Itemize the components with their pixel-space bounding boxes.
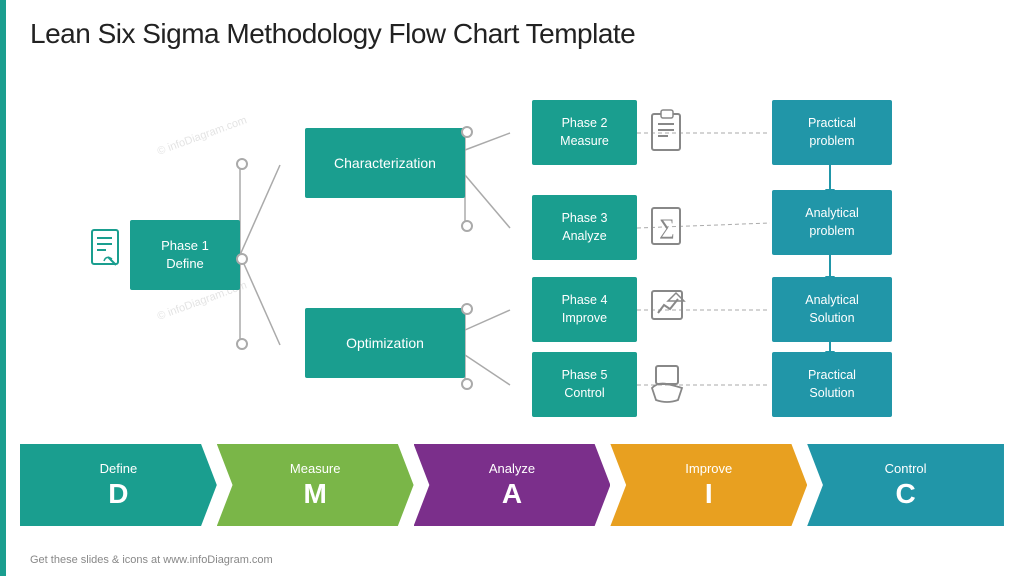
sol2-sublabel: problem xyxy=(809,223,854,241)
dmaic-define: Define D xyxy=(20,444,217,526)
solution2-box: Analytical problem xyxy=(772,190,892,255)
dmaic-i-label: Improve xyxy=(685,461,732,476)
dmaic-bar: Define D Measure M Analyze A Improve I C… xyxy=(20,444,1004,526)
phase2-box: Phase 2 Measure xyxy=(532,100,637,165)
dmaic-d-label: Define xyxy=(100,461,138,476)
circle-connector-2 xyxy=(236,253,248,265)
watermark-1: © infoDiagram.com xyxy=(156,114,249,158)
solution3-box: Analytical Solution xyxy=(772,277,892,342)
circle-connector-7 xyxy=(461,378,473,390)
solution1-box: Practical problem xyxy=(772,100,892,165)
phase1-sublabel: Define xyxy=(166,255,204,273)
dmaic-i-letter: I xyxy=(705,478,713,510)
sol4-sublabel: Solution xyxy=(809,385,854,403)
footer-text: Get these slides & icons at www.infoDiag… xyxy=(30,554,273,566)
phase5-box: Phase 5 Control xyxy=(532,352,637,417)
sol4-label: Practical xyxy=(808,367,856,385)
phase1-box: Phase 1 Define xyxy=(130,220,240,290)
optimization-label: Optimization xyxy=(346,335,424,351)
phase5-label: Phase 5 xyxy=(562,367,608,385)
circle-connector-4 xyxy=(461,126,473,138)
sol1-label: Practical xyxy=(808,115,856,133)
phase5-icon xyxy=(648,358,686,406)
arrow-down-3 xyxy=(829,342,831,352)
dmaic-improve: Improve I xyxy=(610,444,807,526)
dmaic-c-letter: C xyxy=(895,478,915,510)
document-icon xyxy=(90,228,126,280)
sol2-label: Analytical xyxy=(805,205,859,223)
phase4-icon xyxy=(648,283,686,331)
characterization-label: Characterization xyxy=(334,155,436,171)
sol3-label: Analytical xyxy=(805,292,859,310)
dmaic-d-letter: D xyxy=(108,478,128,510)
phase1-label: Phase 1 xyxy=(161,237,209,255)
phase2-label: Phase 2 xyxy=(562,115,608,133)
dmaic-analyze: Analyze A xyxy=(414,444,611,526)
dmaic-a-letter: A xyxy=(502,478,522,510)
phase5-sublabel: Control xyxy=(564,385,604,403)
arrow-down-1 xyxy=(829,165,831,190)
phase3-box: Phase 3 Analyze xyxy=(532,195,637,260)
circle-connector-3 xyxy=(236,338,248,350)
phase4-sublabel: Improve xyxy=(562,310,607,328)
characterization-box: Characterization xyxy=(305,128,465,198)
dmaic-c-label: Control xyxy=(885,461,927,476)
left-accent xyxy=(0,0,6,576)
circle-connector-5 xyxy=(461,220,473,232)
dmaic-m-label: Measure xyxy=(290,461,341,476)
solution4-box: Practical Solution xyxy=(772,352,892,417)
svg-text:∑: ∑ xyxy=(659,214,675,239)
phase4-box: Phase 4 Improve xyxy=(532,277,637,342)
dmaic-control: Control C xyxy=(807,444,1004,526)
phase3-icon: ∑ xyxy=(648,202,686,250)
phase4-label: Phase 4 xyxy=(562,292,608,310)
page-title: Lean Six Sigma Methodology Flow Chart Te… xyxy=(30,18,635,50)
dmaic-m-letter: M xyxy=(304,478,327,510)
phase2-sublabel: Measure xyxy=(560,133,609,151)
phase2-icon xyxy=(648,108,686,156)
sol1-sublabel: problem xyxy=(809,133,854,151)
sol3-sublabel: Solution xyxy=(809,310,854,328)
arrow-down-2 xyxy=(829,255,831,277)
circle-connector-1 xyxy=(236,158,248,170)
phase3-label: Phase 3 xyxy=(562,210,608,228)
dmaic-measure: Measure M xyxy=(217,444,414,526)
dmaic-a-label: Analyze xyxy=(489,461,535,476)
circle-connector-6 xyxy=(461,303,473,315)
optimization-box: Optimization xyxy=(305,308,465,378)
phase3-sublabel: Analyze xyxy=(562,228,606,246)
